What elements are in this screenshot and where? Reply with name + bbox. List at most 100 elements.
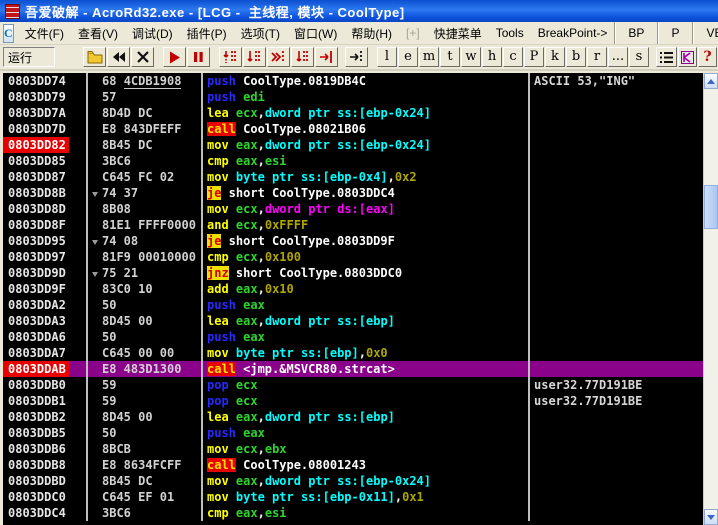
- menu-bar: C 文件(F) 查看(V) 调试(D) 插件(P) 选项(T) 窗口(W) 帮助(H) [+]…: [0, 22, 718, 45]
- toolbar-letter-k-button[interactable]: k: [545, 47, 565, 67]
- disasm-bytes: 3BC6: [88, 153, 203, 169]
- disasm-instruction: mov byte ptr ss:[ebp-0x4],0x2: [203, 169, 530, 185]
- disasm-row[interactable]: 0803DDAB E8 483D1300 call <jmp.&MSVCR80.st…: [3, 361, 703, 377]
- disasm-comment: [530, 201, 703, 217]
- menu-extra-item-2[interactable]: Tools: [489, 22, 531, 44]
- run-button[interactable]: [163, 47, 186, 67]
- disasm-row[interactable]: 0803DD9D 75 21 jnz short CoolType.0803DDC0: [3, 265, 703, 281]
- menu-item-5[interactable]: 窗口(W): [287, 22, 344, 44]
- menu-item-6[interactable]: 帮助(H): [344, 22, 399, 44]
- disasm-address: 0803DD7A: [3, 105, 88, 121]
- plugin-window-button[interactable]: [678, 47, 697, 67]
- disasm-row[interactable]: 0803DD97 81F9 00010000 cmp ecx,0x100: [3, 249, 703, 265]
- disasm-bytes: 75 21: [88, 265, 203, 281]
- disasm-bytes: C645 00 00: [88, 345, 203, 361]
- disasm-instruction: call CoolType.08001243: [203, 457, 530, 473]
- disasm-row[interactable]: 0803DDB2 8D45 00 lea eax,dword ptr ss:[ebp…: [3, 409, 703, 425]
- toolbar-letter-dots-button[interactable]: ...: [608, 47, 628, 67]
- disasm-comment: [530, 345, 703, 361]
- play-icon: [169, 51, 180, 63]
- disasm-comment: [530, 249, 703, 265]
- disasm-row[interactable]: 0803DDB6 8BCB mov ecx,ebx: [3, 441, 703, 457]
- close-button[interactable]: [131, 47, 154, 67]
- disasm-row[interactable]: 0803DDB0 59 pop ecx user32.77D191BE: [3, 377, 703, 393]
- toolbar-letter-P-button[interactable]: P: [524, 47, 544, 67]
- scroll-down-button[interactable]: [704, 509, 718, 525]
- disasm-row[interactable]: 0803DDC4 3BC6 cmp eax,esi: [3, 505, 703, 521]
- disasm-row[interactable]: 0803DD8B 74 37 je short CoolType.0803DDC4: [3, 185, 703, 201]
- menu-extra-item-3[interactable]: BreakPoint->: [531, 22, 615, 44]
- disasm-row[interactable]: 0803DD82 8B45 DC mov eax,dword ptr ss:[ebp…: [3, 137, 703, 153]
- scroll-up-button[interactable]: [704, 73, 718, 89]
- toolbar-letter-t-button[interactable]: t: [440, 47, 460, 67]
- disasm-comment: [530, 121, 703, 137]
- options-button[interactable]: [656, 47, 677, 67]
- animate-into-button[interactable]: [267, 47, 290, 67]
- scrollbar-thumb[interactable]: [704, 185, 718, 229]
- disasm-row[interactable]: 0803DDB1 59 pop ecx user32.77D191BE: [3, 393, 703, 409]
- toolbar-letter-w-button[interactable]: w: [461, 47, 481, 67]
- menu-item-3[interactable]: 插件(P): [180, 22, 234, 44]
- disassembly-panel: 0803DD74 68 4CDB1908 push CoolType.0819DB4…: [0, 71, 718, 525]
- disasm-row[interactable]: 0803DDB8 E8 8634FCFF call CoolType.0800124…: [3, 457, 703, 473]
- disasm-row[interactable]: 0803DD74 68 4CDB1908 push CoolType.0819DB4…: [3, 73, 703, 89]
- disasm-row[interactable]: 0803DD87 C645 FC 02 mov byte ptr ss:[ebp-0…: [3, 169, 703, 185]
- disasm-row[interactable]: 0803DD7A 8D4D DC lea ecx,dword ptr ss:[ebp…: [3, 105, 703, 121]
- disasm-row[interactable]: 0803DDBD 8B45 DC mov eax,dword ptr ss:[ebp…: [3, 473, 703, 489]
- help-button[interactable]: ?: [698, 47, 717, 67]
- pause-button[interactable]: [187, 47, 210, 67]
- disasm-bytes: 74 37: [88, 185, 203, 201]
- execute-till-return-button[interactable]: [315, 47, 338, 67]
- toolbar-letter-r-button[interactable]: r: [587, 47, 607, 67]
- disasm-row[interactable]: 0803DD8F 81E1 FFFF0000 and ecx,0xFFFF: [3, 217, 703, 233]
- cpu-window-icon[interactable]: C: [3, 23, 14, 43]
- menu-item-0[interactable]: 文件(F): [18, 22, 71, 44]
- disasm-instruction: call CoolType.08021B06: [203, 121, 530, 137]
- step-into-button[interactable]: [219, 47, 242, 67]
- go-to-user-code-button[interactable]: [345, 47, 368, 67]
- toolbar-letter-l-button[interactable]: l: [377, 47, 397, 67]
- disasm-row[interactable]: 0803DD79 57 push edi: [3, 89, 703, 105]
- disasm-row[interactable]: 0803DDA2 50 push eax: [3, 297, 703, 313]
- disasm-row[interactable]: 0803DD85 3BC6 cmp eax,esi: [3, 153, 703, 169]
- disasm-instruction: cmp eax,esi: [203, 505, 530, 521]
- disasm-row[interactable]: 0803DD8D 8B08 mov ecx,dword ptr ds:[eax]: [3, 201, 703, 217]
- disasm-row[interactable]: 0803DD9F 83C0 10 add eax,0x10: [3, 281, 703, 297]
- disasm-instruction: je short CoolType.0803DD9F: [203, 233, 530, 249]
- toolbar-letter-s-button[interactable]: s: [629, 47, 649, 67]
- disasm-row[interactable]: 0803DDC0 C645 EF 01 mov byte ptr ss:[ebp-0…: [3, 489, 703, 505]
- toolbar-letter-m-button[interactable]: m: [419, 47, 439, 67]
- menu-right-item-p[interactable]: P: [657, 22, 692, 44]
- disasm-address: 0803DDA2: [3, 297, 88, 313]
- toolbar-letter-e-button[interactable]: e: [398, 47, 418, 67]
- disasm-bytes: 81E1 FFFF0000: [88, 217, 203, 233]
- vertical-scrollbar[interactable]: [703, 73, 718, 525]
- menu-right-item-vb[interactable]: VB: [692, 22, 718, 44]
- disasm-row[interactable]: 0803DD7D E8 843DFEFF call CoolType.08021B0…: [3, 121, 703, 137]
- disasm-row[interactable]: 0803DD95 74 08 je short CoolType.0803DD9F: [3, 233, 703, 249]
- step-over-button[interactable]: [243, 47, 266, 67]
- question-icon: ?: [703, 49, 712, 65]
- open-file-button[interactable]: [83, 47, 106, 67]
- menu-item-4[interactable]: 选项(T): [234, 22, 287, 44]
- disasm-row[interactable]: 0803DDA7 C645 00 00 mov byte ptr ss:[ebp],…: [3, 345, 703, 361]
- disasm-instruction: jnz short CoolType.0803DDC0: [203, 265, 530, 281]
- restart-button[interactable]: [107, 47, 130, 67]
- disasm-bytes: E8 8634FCFF: [88, 457, 203, 473]
- step-into-icon: [223, 51, 236, 63]
- rewind-icon: [112, 52, 125, 62]
- animate-over-button[interactable]: [291, 47, 314, 67]
- menu-extra-item-1[interactable]: 快捷菜单: [427, 22, 489, 44]
- disasm-instruction: mov ecx,ebx: [203, 441, 530, 457]
- toolbar: 运行 l e m t w h c P k b r ... s ?: [0, 45, 718, 71]
- toolbar-letter-b-button[interactable]: b: [566, 47, 586, 67]
- toolbar-letter-c-button[interactable]: c: [503, 47, 523, 67]
- menu-right-item-bp[interactable]: BP: [614, 22, 657, 44]
- menu-item-2[interactable]: 调试(D): [125, 22, 180, 44]
- disasm-address: 0803DD8B: [3, 185, 88, 201]
- disasm-row[interactable]: 0803DDA6 50 push eax: [3, 329, 703, 345]
- menu-item-1[interactable]: 查看(V): [71, 22, 125, 44]
- toolbar-letter-h-button[interactable]: h: [482, 47, 502, 67]
- disasm-row[interactable]: 0803DDB5 50 push eax: [3, 425, 703, 441]
- disasm-row[interactable]: 0803DDA3 8D45 00 lea eax,dword ptr ss:[ebp…: [3, 313, 703, 329]
